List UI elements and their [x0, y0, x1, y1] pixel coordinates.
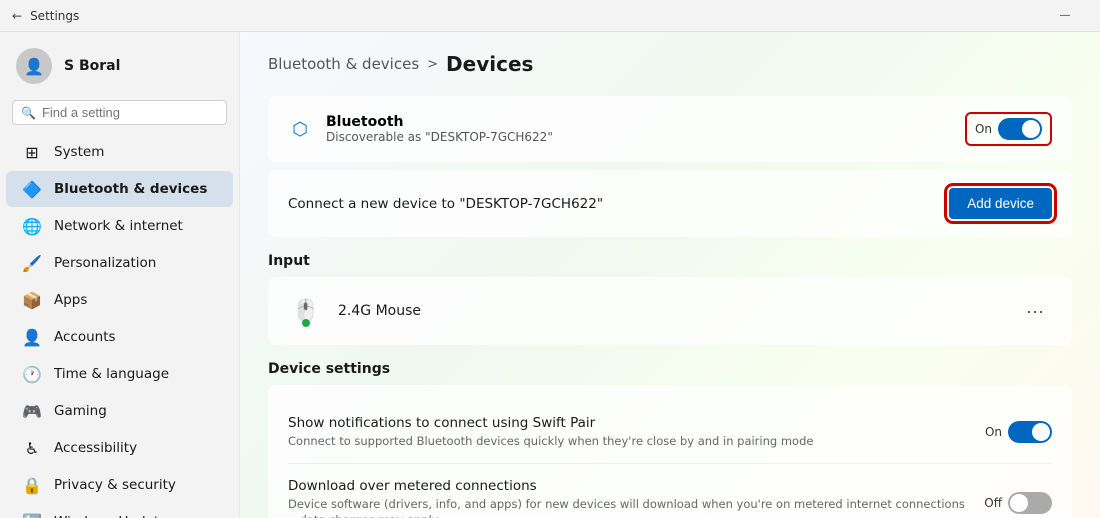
metered-toggle-thumb [1010, 494, 1028, 512]
breadcrumb-separator: > [427, 57, 438, 72]
gaming-icon: 🎮 [22, 401, 42, 421]
sidebar: 👤 S Boral 🔍 ⊞ System 🔷 Bluetooth & devic… [0, 0, 240, 518]
bluetooth-icon: ⬡ [288, 119, 312, 140]
network-icon: 🌐 [22, 216, 42, 236]
bluetooth-toggle-thumb [1022, 120, 1040, 138]
search-icon: 🔍 [21, 106, 36, 120]
sidebar-item-personalization[interactable]: 🖌️ Personalization [6, 245, 233, 281]
privacy-icon: 🔒 [22, 475, 42, 495]
title-bar-controls: — [1042, 0, 1088, 32]
swift-pair-value-label: On [985, 425, 1002, 439]
metered-setting: Download over metered connections Device… [288, 464, 1052, 518]
breadcrumb-current: Devices [446, 52, 533, 76]
sidebar-item-label-apps: Apps [54, 292, 87, 308]
time-icon: 🕐 [22, 364, 42, 384]
bluetooth-toggle[interactable] [998, 118, 1042, 140]
avatar: 👤 [16, 48, 52, 84]
sidebar-item-label-personalization: Personalization [54, 255, 156, 271]
swift-pair-desc: Connect to supported Bluetooth devices q… [288, 433, 969, 449]
bluetooth-toggle-container[interactable]: On [965, 112, 1052, 146]
input-card: 🖱️ 2.4G Mouse ··· [268, 277, 1072, 345]
device-more-button[interactable]: ··· [1018, 297, 1052, 326]
sidebar-item-bluetooth[interactable]: 🔷 Bluetooth & devices [6, 171, 233, 207]
title-bar-title: Settings [30, 9, 79, 23]
bluetooth-title: Bluetooth [326, 114, 951, 130]
add-device-button[interactable]: Add device [949, 188, 1052, 219]
back-button[interactable]: ← [12, 9, 22, 23]
title-bar: ← Settings — [0, 0, 1100, 32]
system-icon: ⊞ [22, 142, 42, 162]
metered-toggle-track[interactable] [1008, 492, 1052, 514]
metered-title: Download over metered connections [288, 478, 968, 494]
sidebar-item-label-update: Windows Update [54, 514, 167, 518]
mouse-icon: 🖱️ [288, 293, 324, 329]
sidebar-item-gaming[interactable]: 🎮 Gaming [6, 393, 233, 429]
apps-icon: 📦 [22, 290, 42, 310]
sidebar-item-system[interactable]: ⊞ System [6, 134, 233, 170]
sidebar-item-time[interactable]: 🕐 Time & language [6, 356, 233, 392]
metered-toggle[interactable] [1008, 492, 1052, 514]
bluetooth-toggle-label: On [975, 122, 992, 136]
bluetooth-icon: 🔷 [22, 179, 42, 199]
input-section-title: Input [268, 253, 1072, 269]
sidebar-item-label-time: Time & language [54, 366, 169, 382]
breadcrumb-parent: Bluetooth & devices [268, 55, 419, 73]
accounts-icon: 👤 [22, 327, 42, 347]
swift-pair-setting: Show notifications to connect using Swif… [288, 401, 1052, 464]
bluetooth-toggle-track[interactable] [998, 118, 1042, 140]
sidebar-username: S Boral [64, 58, 120, 74]
swift-pair-toggle[interactable] [1008, 421, 1052, 443]
sidebar-item-label-bluetooth: Bluetooth & devices [54, 181, 207, 197]
sidebar-item-label-network: Network & internet [54, 218, 183, 234]
sidebar-item-privacy[interactable]: 🔒 Privacy & security [6, 467, 233, 503]
main-content: Bluetooth & devices > Devices ⬡ Bluetoot… [240, 0, 1100, 518]
sidebar-item-label-privacy: Privacy & security [54, 477, 176, 493]
device-name: 2.4G Mouse [338, 303, 1004, 319]
swift-pair-toggle-thumb [1032, 423, 1050, 441]
swift-pair-title: Show notifications to connect using Swif… [288, 415, 969, 431]
swift-pair-toggle-track[interactable] [1008, 421, 1052, 443]
sidebar-item-apps[interactable]: 📦 Apps [6, 282, 233, 318]
sidebar-item-network[interactable]: 🌐 Network & internet [6, 208, 233, 244]
metered-desc: Device software (drivers, info, and apps… [288, 496, 968, 518]
personalization-icon: 🖌️ [22, 253, 42, 273]
connect-text: Connect a new device to "DESKTOP-7GCH622… [288, 196, 603, 212]
device-settings-title: Device settings [268, 361, 1072, 377]
search-input[interactable] [42, 105, 218, 120]
sidebar-item-accessibility[interactable]: ♿ Accessibility [6, 430, 233, 466]
metered-value-label: Off [984, 496, 1002, 510]
bluetooth-card: ⬡ Bluetooth Discoverable as "DESKTOP-7GC… [268, 96, 1072, 162]
minimize-button[interactable]: — [1042, 0, 1088, 32]
device-settings-card: Show notifications to connect using Swif… [268, 385, 1072, 518]
sidebar-item-label-accessibility: Accessibility [54, 440, 137, 456]
update-icon: 🔄 [22, 512, 42, 518]
breadcrumb: Bluetooth & devices > Devices [268, 52, 1072, 76]
sidebar-item-label-gaming: Gaming [54, 403, 107, 419]
bluetooth-subtitle: Discoverable as "DESKTOP-7GCH622" [326, 130, 951, 144]
connect-card: Connect a new device to "DESKTOP-7GCH622… [268, 170, 1072, 237]
sidebar-user: 👤 S Boral [0, 32, 239, 96]
sidebar-item-label-system: System [54, 144, 104, 160]
accessibility-icon: ♿ [22, 438, 42, 458]
device-connected-dot [302, 319, 310, 327]
sidebar-search[interactable]: 🔍 [12, 100, 227, 125]
metered-control[interactable]: Off [984, 492, 1052, 514]
swift-pair-control[interactable]: On [985, 421, 1052, 443]
sidebar-item-label-accounts: Accounts [54, 329, 116, 345]
nav-list: ⊞ System 🔷 Bluetooth & devices 🌐 Network… [0, 133, 239, 518]
sidebar-item-accounts[interactable]: 👤 Accounts [6, 319, 233, 355]
sidebar-item-update[interactable]: 🔄 Windows Update [6, 504, 233, 518]
